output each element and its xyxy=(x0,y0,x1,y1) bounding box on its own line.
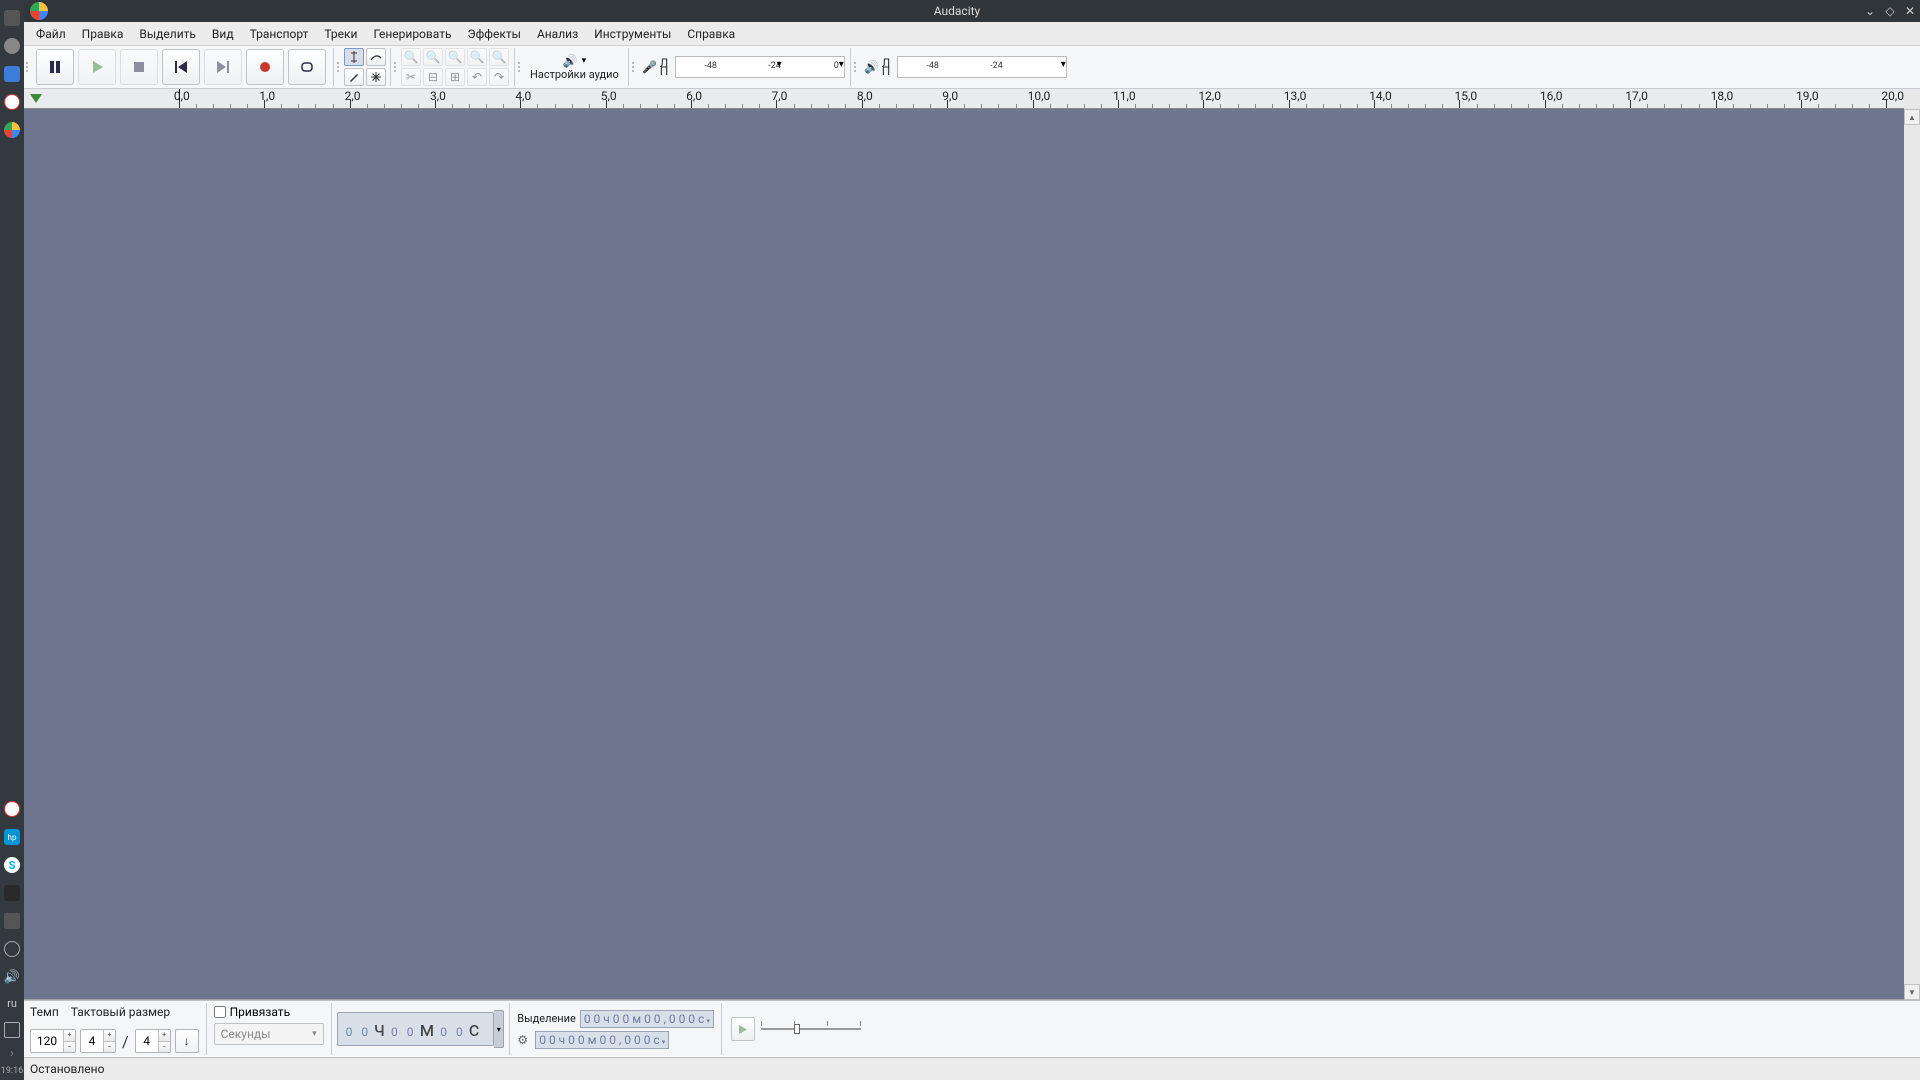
loop-button[interactable] xyxy=(288,49,326,85)
tool-selectors xyxy=(341,46,389,88)
zoom-toggle-button[interactable]: 🔍 xyxy=(489,48,509,66)
menu-generate[interactable]: Генерировать xyxy=(365,24,459,44)
playback-meter[interactable]: 🔊 ЛП -48 -24 ▾ xyxy=(858,46,1071,88)
sync-lock-button[interactable]: ⊞ xyxy=(445,68,465,86)
yandex2-icon[interactable] xyxy=(4,801,20,817)
skype-icon[interactable]: S xyxy=(4,857,20,873)
undo-button[interactable]: ↶ xyxy=(467,68,487,86)
audacity-app-icon xyxy=(30,2,48,20)
vertical-scrollbar[interactable]: ▲▼ xyxy=(1904,109,1920,1000)
play-at-speed-panel xyxy=(723,1001,869,1057)
audacity-window: Audacity ⌄ ◇ ✕ Файл Правка Выделить Вид … xyxy=(24,0,1920,1080)
redo-button[interactable]: ↷ xyxy=(489,68,509,86)
maximize-button[interactable]: ◇ xyxy=(1880,1,1900,21)
rec-meter-channels: ЛП xyxy=(660,59,672,75)
snap-panel: Привязать Секунды▾ xyxy=(208,1001,330,1057)
audio-setup-button[interactable]: 🔊▾ Настройки аудио xyxy=(522,46,627,88)
minimize-button[interactable]: ⌄ xyxy=(1860,1,1880,21)
menu-analyze[interactable]: Анализ xyxy=(529,24,586,44)
speaker-meter-icon: 🔊 xyxy=(865,60,879,74)
activities-icon[interactable] xyxy=(4,10,20,26)
selection-panel: Выделение 0 0 ч 0 0 м 0 0 , 0 0 0 с▾ ⚙ 0… xyxy=(511,1001,720,1057)
display-icon[interactable] xyxy=(4,1022,20,1038)
play-meter-channels: ЛП xyxy=(882,59,894,75)
menu-tracks[interactable]: Треки xyxy=(316,24,365,44)
zoom-out-button[interactable]: 🔍 xyxy=(423,48,443,66)
menu-file[interactable]: Файл xyxy=(28,24,74,44)
playhead-icon[interactable] xyxy=(30,94,42,103)
play-meter-track[interactable]: -48 -24 ▾ xyxy=(897,56,1067,78)
app-icon-1[interactable] xyxy=(4,38,20,54)
selection-label: Выделение xyxy=(517,1012,576,1025)
menu-tools[interactable]: Инструменты xyxy=(586,24,679,44)
bottom-toolbar: Темп Тактовый размер +− +− / +− ↓ Привяз… xyxy=(24,1000,1920,1058)
status-text: Остановлено xyxy=(30,1062,104,1076)
expand-tray-icon[interactable]: › xyxy=(10,1046,14,1061)
selection-tool[interactable] xyxy=(344,48,364,66)
draw-tool[interactable] xyxy=(344,68,364,86)
menu-transport[interactable]: Транспорт xyxy=(242,24,317,44)
window-title: Audacity xyxy=(54,4,1860,18)
track-workspace[interactable] xyxy=(24,109,1904,1000)
tempo-panel: Темп Тактовый размер +− +− / +− ↓ xyxy=(24,1001,205,1057)
volume-icon[interactable]: 🔊 xyxy=(4,969,20,985)
yandex-icon[interactable] xyxy=(4,94,20,110)
menu-view[interactable]: Вид xyxy=(204,24,242,44)
power-icon[interactable] xyxy=(4,941,20,957)
timesig-den-input[interactable]: +− xyxy=(135,1029,171,1053)
zoom-in-button[interactable]: 🔍 xyxy=(401,48,421,66)
os-taskbar: hp S 🔊 ru › 19:16 xyxy=(0,0,24,1080)
stop-button[interactable] xyxy=(120,49,158,85)
toolbar: 🔍 🔍 🔍 🔍 🔍 ✂ ⊟ ⊞ ↶ ↷ 🔊▾ Настройки аудио 🎤… xyxy=(24,46,1920,89)
timeline-ruler[interactable]: 0,01,02,03,04,05,06,07,08,09,010,011,012… xyxy=(24,89,1920,109)
titlebar: Audacity ⌄ ◇ ✕ xyxy=(24,0,1920,22)
terminal-icon[interactable] xyxy=(4,885,20,901)
envelope-tool[interactable] xyxy=(366,48,386,66)
zoom-edit-tools: 🔍 🔍 🔍 🔍 🔍 ✂ ⊟ ⊞ ↶ ↷ xyxy=(398,46,513,88)
silence-button[interactable]: ⊟ xyxy=(423,68,443,86)
mic-icon: 🎤 xyxy=(643,60,657,74)
snap-checkbox[interactable]: Привязать xyxy=(214,1005,324,1019)
tempo-input[interactable]: +− xyxy=(30,1029,76,1053)
transport-controls xyxy=(30,46,332,88)
app-icon-2[interactable] xyxy=(4,66,20,82)
keyboard-lang[interactable]: ru xyxy=(7,997,17,1010)
tempo-label: Темп xyxy=(30,1005,59,1019)
recording-meter[interactable]: 🎤 ЛП -48 -24 0 ▾ ▾ xyxy=(636,46,849,88)
rec-meter-track[interactable]: -48 -24 0 ▾ ▾ xyxy=(675,56,845,78)
menu-help[interactable]: Справка xyxy=(679,24,743,44)
timesig-slash: / xyxy=(120,1032,131,1051)
clipboard-icon[interactable] xyxy=(4,913,20,929)
timesig-dropdown-button[interactable]: ↓ xyxy=(175,1029,199,1053)
trim-button[interactable]: ✂ xyxy=(401,68,421,86)
play-button[interactable] xyxy=(78,49,116,85)
zoom-fit-project-button[interactable]: 🔍 xyxy=(467,48,487,66)
skip-start-button[interactable] xyxy=(162,49,200,85)
selection-gear-icon[interactable]: ⚙ xyxy=(517,1033,531,1047)
status-bar: Остановлено xyxy=(24,1058,1920,1080)
timesig-num-input[interactable]: +− xyxy=(80,1029,116,1053)
zoom-fit-selection-button[interactable]: 🔍 xyxy=(445,48,465,66)
close-button[interactable]: ✕ xyxy=(1900,1,1920,21)
record-button[interactable] xyxy=(246,49,284,85)
snap-unit-select[interactable]: Секунды▾ xyxy=(214,1023,324,1045)
playback-speed-slider[interactable] xyxy=(761,1021,861,1037)
taskbar-clock[interactable]: 19:16 xyxy=(1,1067,23,1076)
menu-select[interactable]: Выделить xyxy=(131,24,204,44)
audacity-taskbar-icon[interactable] xyxy=(4,122,20,138)
selection-start-display[interactable]: 0 0 ч 0 0 м 0 0 , 0 0 0 с▾ xyxy=(580,1010,714,1028)
menubar: Файл Правка Выделить Вид Транспорт Треки… xyxy=(24,22,1920,46)
time-sig-label: Тактовый размер xyxy=(71,1005,170,1019)
speaker-icon: 🔊 xyxy=(563,54,578,68)
multi-tool[interactable] xyxy=(366,68,386,86)
audio-setup-label: Настройки аудио xyxy=(530,68,619,81)
menu-edit[interactable]: Правка xyxy=(74,24,132,44)
hp-icon[interactable]: hp xyxy=(4,829,20,845)
menu-effects[interactable]: Эффекты xyxy=(459,24,528,44)
play-at-speed-button[interactable] xyxy=(731,1017,755,1041)
skip-end-button[interactable] xyxy=(204,49,242,85)
time-position-display[interactable]: 0 0ч 0 0м 0 0с ▾ xyxy=(333,1001,509,1057)
pause-button[interactable] xyxy=(36,49,74,85)
selection-end-display[interactable]: 0 0 ч 0 0 м 0 0 , 0 0 0 с▾ xyxy=(535,1031,669,1049)
